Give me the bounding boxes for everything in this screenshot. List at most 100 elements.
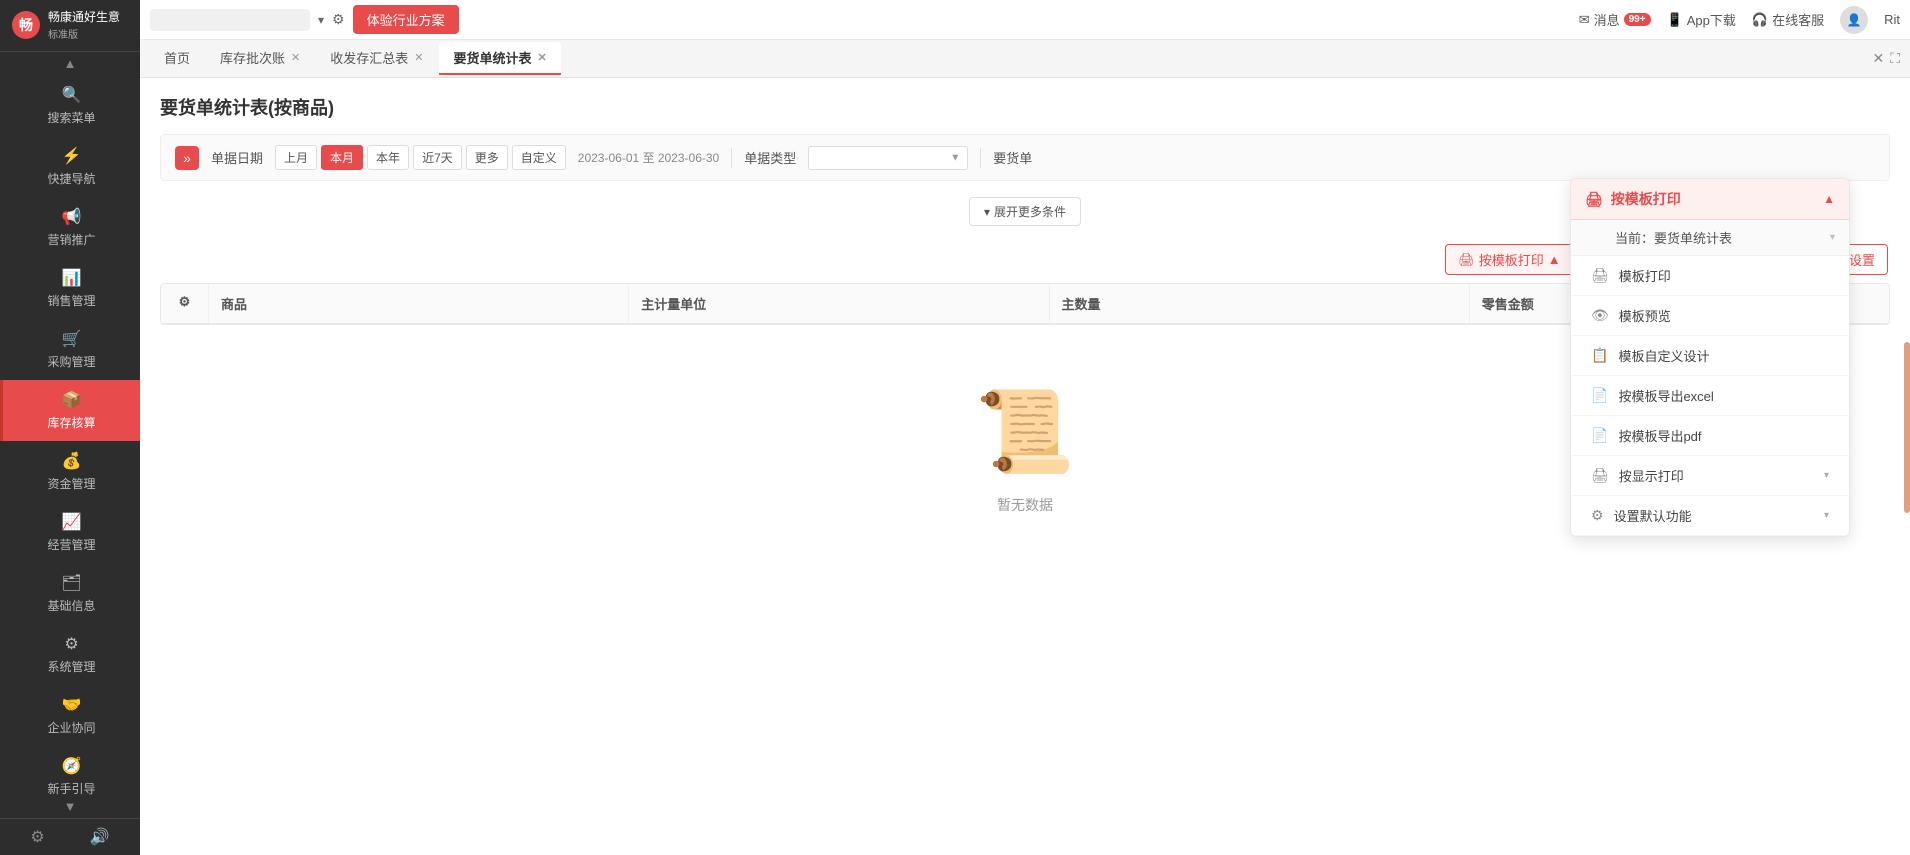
message-icon: ✉ (1579, 12, 1590, 28)
sidebar-item-system[interactable]: ⚙ 系统管理 (0, 624, 140, 685)
dropdown-template-custom[interactable]: 📋 模板自定义设计 (1571, 336, 1849, 376)
date-filter-label: 单据日期 (211, 148, 263, 167)
date-custom-btn[interactable]: 自定义 (512, 145, 566, 170)
template-print-label: 模板打印 (1619, 266, 1829, 285)
settings-icon[interactable]: ⚙ (30, 827, 44, 847)
current-label: 当前：要货单统计表 (1615, 228, 1732, 247)
tab-requisition-stats-label: 要货单统计表 (453, 48, 531, 67)
type-select[interactable] (808, 146, 968, 170)
sidebar-item-label: 系统管理 (47, 658, 95, 675)
window-resize-icon[interactable]: ⛶ (1890, 50, 1900, 67)
download-icon: 📱 (1667, 12, 1683, 28)
messages-button[interactable]: ✉ 消息 99+ (1579, 10, 1651, 29)
expand-more-label: 展开更多条件 (994, 203, 1066, 220)
sidebar-logo: 畅 畅康通好生意 标准版 (0, 0, 140, 52)
sound-icon[interactable]: 🔊 (90, 827, 110, 847)
user-avatar[interactable]: 👤 (1840, 6, 1868, 34)
username-label: Rit (1884, 12, 1900, 27)
window-close-icon[interactable]: ✕ (1872, 50, 1884, 67)
dropdown-collapse-icon[interactable]: ▲ (1823, 192, 1835, 206)
dropdown-template-print[interactable]: 🖨 模板打印 (1571, 256, 1849, 296)
table-col-goods: 商品 (209, 284, 629, 323)
sidebar-item-label: 经营管理 (47, 536, 95, 553)
expand-more-icon: ▾ (984, 205, 990, 219)
sidebar-item-purchase[interactable]: 🛒 采购管理 (0, 319, 140, 380)
dropdown-printer-icon: 🖨 (1585, 191, 1603, 208)
sidebar-item-basic[interactable]: 🗂 基础信息 (0, 563, 140, 624)
template-preview-icon: 👁 (1591, 307, 1609, 324)
template-pdf-label: 按模板导出pdf (1618, 426, 1829, 445)
main-content: ▾ ⚙ 体验行业方案 ✉ 消息 99+ 📱 App下载 🎧 在线客服 👤 Rit… (140, 0, 1910, 855)
date-more-btn[interactable]: 更多 (466, 145, 508, 170)
sidebar-item-sales[interactable]: 📊 销售管理 (0, 258, 140, 319)
sidebar-item-marketing[interactable]: 📢 营销推广 (0, 197, 140, 258)
sidebar-bottom: ⚙ 🔊 (0, 818, 140, 855)
sidebar-item-quick-nav[interactable]: ⚡ 快捷导航 (0, 136, 140, 197)
tab-requisition-stats[interactable]: 要货单统计表 ✕ (439, 42, 560, 75)
dropdown-template-preview[interactable]: 👁 模板预览 (1571, 296, 1849, 336)
topbar-gear-icon[interactable]: ⚙ (332, 11, 345, 28)
tab-batch-ledger[interactable]: 库存批次账 ✕ (206, 42, 314, 75)
sidebar-item-label: 快捷导航 (47, 170, 95, 187)
expand-more-button[interactable]: ▾ 展开更多条件 (969, 197, 1081, 226)
page-content: 要货单统计表(按商品) » 单据日期 上月 本月 本年 近7天 更多 自定义 2… (140, 78, 1910, 855)
tab-collect-summary-label: 收发存汇总表 (330, 48, 408, 67)
default-func-label: 设置默认功能 (1614, 506, 1814, 525)
tab-collect-summary[interactable]: 收发存汇总表 ✕ (316, 42, 437, 75)
sidebar-item-search[interactable]: 🔍 搜索菜单 (0, 75, 140, 136)
sales-icon: 📊 (62, 268, 82, 288)
sidebar: 畅 畅康通好生意 标准版 ▲ 🔍 搜索菜单 ⚡ 快捷导航 📢 营销推广 📊 销售… (0, 0, 140, 855)
trial-button[interactable]: 体验行业方案 (353, 5, 459, 34)
marketing-icon: 📢 (62, 207, 82, 227)
sidebar-item-label: 资金管理 (47, 475, 95, 492)
table-col-quantity: 主数量 (1050, 284, 1470, 323)
sidebar-item-guide[interactable]: 🧭 新手引导 (0, 746, 140, 795)
table-col-settings[interactable]: ⚙ (161, 284, 209, 323)
filter-expand-button[interactable]: » (175, 146, 199, 170)
sidebar-item-label: 基础信息 (47, 597, 95, 614)
system-icon: ⚙ (64, 634, 78, 654)
dropdown-default-func[interactable]: ⚙ 设置默认功能 ▾ (1571, 496, 1849, 536)
empty-text: 暂无数据 (997, 495, 1053, 515)
sidebar-item-cooperation[interactable]: 🤝 企业协同 (0, 685, 140, 746)
date-prev-btn[interactable]: 上月 (275, 145, 317, 170)
dropdown-header-label: 按模板打印 (1611, 189, 1681, 209)
topbar-search-input[interactable] (150, 9, 310, 31)
cooperation-icon: 🤝 (62, 695, 82, 715)
scrollbar-indicator[interactable] (1904, 342, 1910, 513)
printer-icon: 🖨 (1458, 252, 1475, 268)
tab-home-label: 首页 (164, 48, 190, 67)
sidebar-item-label: 搜索菜单 (47, 109, 95, 126)
tab-requisition-stats-close[interactable]: ✕ (538, 51, 547, 64)
sidebar-scroll-down[interactable]: ▼ (0, 795, 140, 818)
tab-collect-summary-close[interactable]: ✕ (414, 51, 423, 64)
topbar-dropdown-button[interactable]: ▾ (318, 13, 324, 27)
display-print-arrow: ▾ (1824, 470, 1829, 481)
sidebar-item-label: 营销推广 (47, 231, 95, 248)
app-download-button[interactable]: 📱 App下载 (1667, 10, 1736, 29)
sidebar-item-operation[interactable]: 📈 经营管理 (0, 502, 140, 563)
tab-batch-ledger-close[interactable]: ✕ (291, 51, 300, 64)
dropdown-template-excel[interactable]: 📄 按模板导出excel (1571, 376, 1849, 416)
dropdown-current-item[interactable]: 当前：要货单统计表 ▾ (1571, 220, 1849, 256)
sidebar-item-label: 采购管理 (47, 353, 95, 370)
template-custom-icon: 📋 (1591, 347, 1608, 364)
table-col-unit: 主计量单位 (629, 284, 1049, 323)
operation-icon: 📈 (62, 512, 82, 532)
sidebar-item-inventory[interactable]: 📦 库存核算 (0, 380, 140, 441)
current-arrow-icon: ▾ (1830, 232, 1835, 243)
date-7days-btn[interactable]: 近7天 (413, 145, 462, 170)
date-current-btn[interactable]: 本月 (321, 145, 363, 170)
date-year-btn[interactable]: 本年 (367, 145, 409, 170)
sidebar-scroll-up[interactable]: ▲ (0, 52, 140, 75)
print-template-button[interactable]: 🖨 按模板打印 ▲ (1445, 244, 1573, 275)
type-select-wrap (808, 146, 968, 170)
dropdown-template-pdf[interactable]: 📄 按模板导出pdf (1571, 416, 1849, 456)
sidebar-item-finance[interactable]: 💰 资金管理 (0, 441, 140, 502)
expand-icon: » (183, 150, 191, 166)
dropdown-display-print[interactable]: 🖨 按显示打印 ▾ (1571, 456, 1849, 496)
online-service-button[interactable]: 🎧 在线客服 (1752, 10, 1824, 29)
app-version: 标准版 (48, 26, 120, 41)
page-title: 要货单统计表(按商品) (160, 94, 1890, 120)
tab-home[interactable]: 首页 (150, 42, 204, 75)
